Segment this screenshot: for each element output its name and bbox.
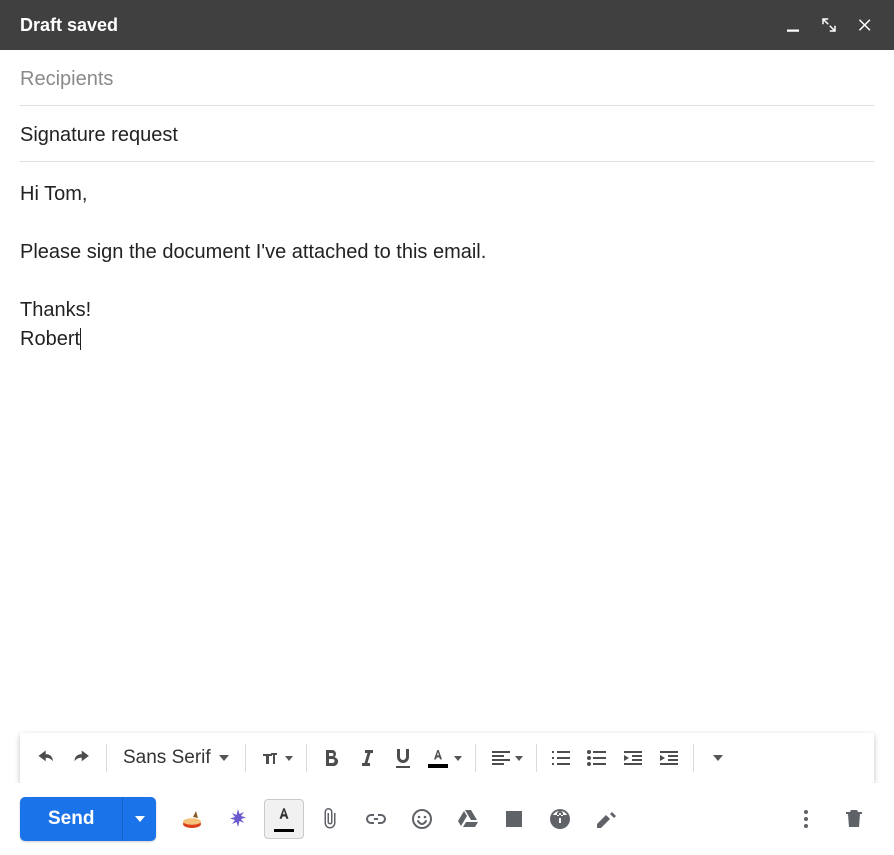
insert-link-button[interactable] xyxy=(356,799,396,839)
send-options-button[interactable] xyxy=(122,797,156,841)
insert-signature-button[interactable] xyxy=(586,799,626,839)
undo-button[interactable] xyxy=(28,740,64,776)
indent-more-button[interactable] xyxy=(651,740,687,776)
body-line-3: Thanks! xyxy=(20,299,91,321)
compose-action-bar: Send xyxy=(0,783,894,855)
toolbar-separator xyxy=(475,744,476,772)
header-window-controls xyxy=(784,16,874,34)
more-options-button[interactable] xyxy=(786,799,826,839)
chevron-down-icon xyxy=(515,756,523,761)
formatting-toolbar: Sans Serif xyxy=(20,733,874,783)
sparkle-icon[interactable] xyxy=(218,799,258,839)
font-family-select[interactable]: Sans Serif xyxy=(113,747,239,769)
minimize-icon[interactable] xyxy=(784,16,802,34)
fullscreen-icon[interactable] xyxy=(820,16,838,34)
chevron-down-icon xyxy=(219,755,229,761)
chevron-down-icon xyxy=(285,756,293,761)
insert-emoji-button[interactable] xyxy=(402,799,442,839)
toolbar-separator xyxy=(306,744,307,772)
message-body[interactable]: Hi Tom, Please sign the document I've at… xyxy=(20,162,874,372)
text-color-tool[interactable] xyxy=(264,799,304,839)
recipients-placeholder: Recipients xyxy=(20,68,113,90)
body-line-2: Please sign the document I've attached t… xyxy=(20,241,486,263)
confidential-mode-button[interactable] xyxy=(540,799,580,839)
body-line-4: Robert xyxy=(20,328,80,350)
text-color-icon xyxy=(274,806,294,832)
indent-less-button[interactable] xyxy=(615,740,651,776)
numbered-list-button[interactable] xyxy=(543,740,579,776)
toolbar-separator xyxy=(245,744,246,772)
italic-button[interactable] xyxy=(349,740,385,776)
recipients-field[interactable]: Recipients xyxy=(20,50,874,106)
underline-button[interactable] xyxy=(385,740,421,776)
toolbar-separator xyxy=(693,744,694,772)
insert-drive-button[interactable] xyxy=(448,799,488,839)
ink-color-icon[interactable] xyxy=(172,799,212,839)
compose-tool-icons xyxy=(172,799,626,839)
font-family-label: Sans Serif xyxy=(123,747,211,769)
attach-file-button[interactable] xyxy=(310,799,350,839)
compose-bottom-right xyxy=(786,799,874,839)
text-caret xyxy=(80,328,81,350)
bulleted-list-button[interactable] xyxy=(579,740,615,776)
subject-text: Signature request xyxy=(20,124,178,146)
toolbar-separator xyxy=(536,744,537,772)
toolbar-separator xyxy=(106,744,107,772)
redo-button[interactable] xyxy=(64,740,100,776)
compose-body-wrapper: Recipients Signature request Hi Tom, Ple… xyxy=(0,50,894,372)
text-color-button[interactable] xyxy=(421,740,469,776)
discard-draft-button[interactable] xyxy=(834,799,874,839)
insert-photo-button[interactable] xyxy=(494,799,534,839)
compose-title: Draft saved xyxy=(20,15,784,36)
send-split-button: Send xyxy=(20,797,156,841)
subject-field[interactable]: Signature request xyxy=(20,106,874,162)
send-button[interactable]: Send xyxy=(20,797,122,841)
bold-button[interactable] xyxy=(313,740,349,776)
send-label: Send xyxy=(48,808,94,830)
close-icon[interactable] xyxy=(856,16,874,34)
more-formatting-button[interactable] xyxy=(700,740,736,776)
chevron-down-icon xyxy=(454,756,462,761)
chevron-down-icon xyxy=(713,755,723,761)
chevron-down-icon xyxy=(135,816,145,822)
compose-header: Draft saved xyxy=(0,0,894,50)
align-button[interactable] xyxy=(482,740,530,776)
body-line-1: Hi Tom, xyxy=(20,183,87,205)
font-size-button[interactable] xyxy=(252,740,300,776)
